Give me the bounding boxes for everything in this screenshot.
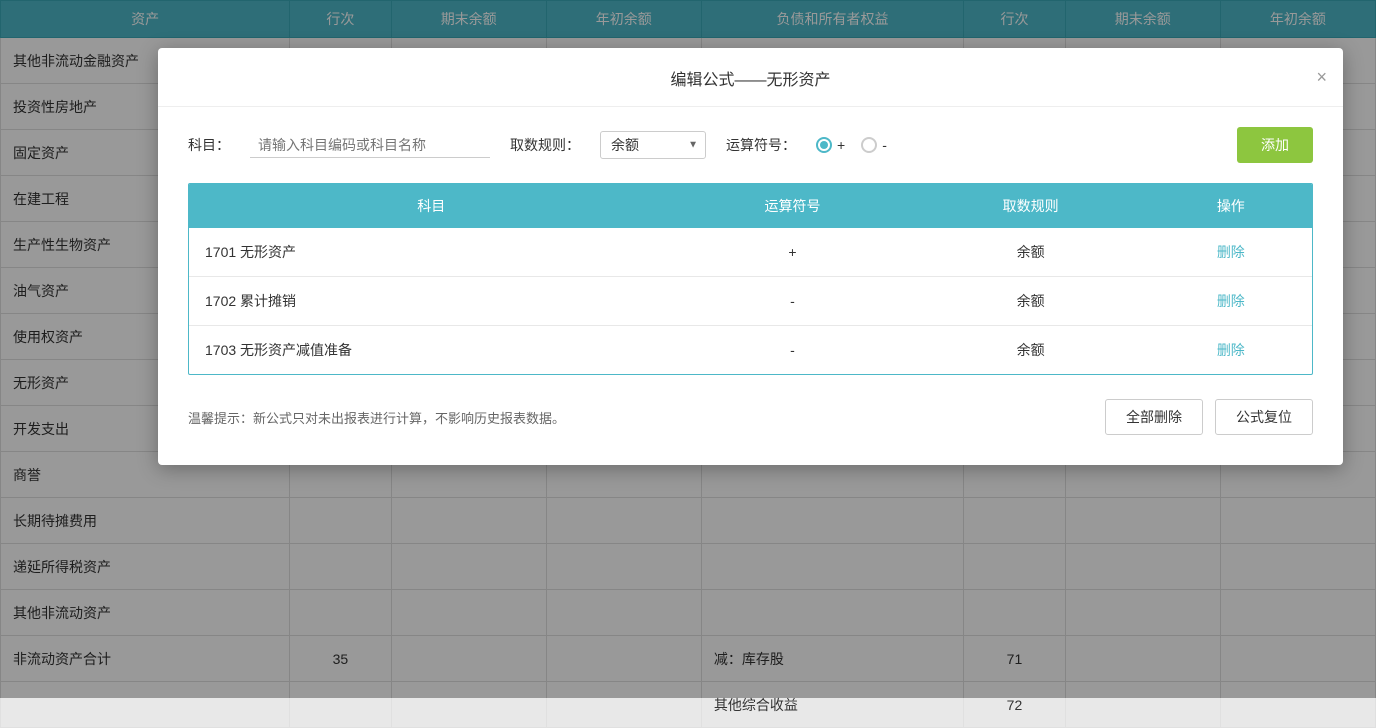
formula-operator: - bbox=[673, 326, 911, 375]
add-button[interactable]: 添加 bbox=[1237, 127, 1313, 163]
formula-action: 删除 bbox=[1150, 277, 1312, 326]
formula-row: 1702 累计摊销-余额 删除 bbox=[189, 277, 1312, 326]
formula-action: 删除 bbox=[1150, 228, 1312, 277]
radio-minus-circle bbox=[861, 137, 877, 153]
operator-minus-radio[interactable]: - bbox=[861, 137, 887, 153]
col-subject: 科目 bbox=[189, 184, 673, 228]
formula-table: 科目 运算符号 取数规则 操作 1701 无形资产+余额删除1702 累计摊销-… bbox=[188, 183, 1313, 375]
formula-subject: 1703 无形资产减值准备 bbox=[189, 326, 673, 375]
delete-row-button[interactable]: 删除 bbox=[1217, 244, 1245, 260]
operator-radio-group: + - bbox=[816, 137, 887, 153]
form-row: 科目： 取数规则： 余额 借方 贷方 借方发生额 贷方发生额 运算符号： + - bbox=[158, 107, 1343, 183]
footer-hint: 温馨提示：新公式只对未出报表进行计算，不影响历史报表数据。 bbox=[188, 408, 565, 427]
delete-row-button[interactable]: 删除 bbox=[1217, 293, 1245, 309]
formula-rule: 余额 bbox=[912, 228, 1150, 277]
rule-select[interactable]: 余额 借方 贷方 借方发生额 贷方发生额 bbox=[600, 131, 706, 159]
formula-operator: + bbox=[673, 228, 911, 277]
edit-formula-modal: 编辑公式——无形资产 × 科目： 取数规则： 余额 借方 贷方 借方发生额 贷方… bbox=[158, 48, 1343, 465]
modal-close-button[interactable]: × bbox=[1316, 68, 1327, 86]
formula-row: 1703 无形资产减值准备-余额 删除 bbox=[189, 326, 1312, 375]
delete-row-button[interactable]: 删除 bbox=[1217, 342, 1245, 358]
col-operator: 运算符号 bbox=[673, 184, 911, 228]
rule-label: 取数规则： bbox=[510, 135, 580, 155]
operator-plus-label: + bbox=[837, 137, 845, 153]
footer-buttons: 全部删除 公式复位 bbox=[1105, 399, 1313, 435]
formula-row: 1701 无形资产+余额 删除 bbox=[189, 228, 1312, 277]
formula-action: 删除 bbox=[1150, 326, 1312, 375]
modal-title: 编辑公式——无形资产 bbox=[670, 66, 830, 90]
formula-subject: 1702 累计摊销 bbox=[189, 277, 673, 326]
reset-formula-button[interactable]: 公式复位 bbox=[1215, 399, 1313, 435]
subject-input[interactable] bbox=[250, 133, 490, 158]
formula-rule: 余额 bbox=[912, 277, 1150, 326]
formula-subject: 1701 无形资产 bbox=[189, 228, 673, 277]
col-action: 操作 bbox=[1150, 184, 1312, 228]
operator-plus-radio[interactable]: + bbox=[816, 137, 845, 153]
operator-minus-label: - bbox=[882, 137, 887, 153]
modal-header: 编辑公式——无形资产 × bbox=[158, 48, 1343, 107]
radio-plus-circle bbox=[816, 137, 832, 153]
operator-label: 运算符号： bbox=[726, 135, 796, 155]
modal-footer: 温馨提示：新公式只对未出报表进行计算，不影响历史报表数据。 全部删除 公式复位 bbox=[158, 375, 1343, 435]
rule-select-wrapper[interactable]: 余额 借方 贷方 借方发生额 贷方发生额 bbox=[600, 131, 706, 159]
formula-operator: - bbox=[673, 277, 911, 326]
subject-label: 科目： bbox=[188, 135, 230, 155]
col-rule: 取数规则 bbox=[912, 184, 1150, 228]
delete-all-button[interactable]: 全部删除 bbox=[1105, 399, 1203, 435]
formula-rule: 余额 bbox=[912, 326, 1150, 375]
